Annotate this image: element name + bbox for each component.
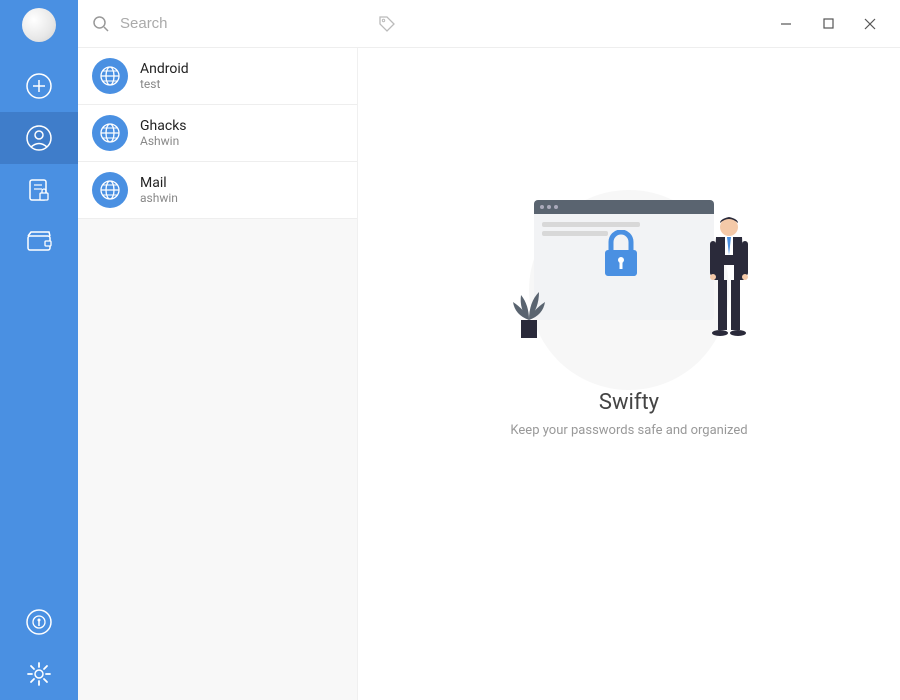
search-field[interactable] <box>92 15 372 33</box>
globe-icon <box>92 115 128 151</box>
lock-icon <box>599 230 643 280</box>
sidebar-notes-button[interactable] <box>0 164 78 216</box>
sidebar <box>0 0 78 700</box>
maximize-icon <box>823 18 834 29</box>
empty-title: Swifty <box>599 390 659 415</box>
search-icon <box>92 15 110 33</box>
tag-icon <box>378 15 396 33</box>
sidebar-logins-button[interactable] <box>0 112 78 164</box>
list-item[interactable]: Ghacks Ashwin <box>78 105 357 162</box>
detail-panel: Swifty Keep your passwords safe and orga… <box>358 48 900 700</box>
sidebar-vault-button[interactable] <box>0 596 78 648</box>
list-item[interactable]: Android test <box>78 48 357 105</box>
sidebar-add-button[interactable] <box>0 60 78 112</box>
globe-icon <box>92 172 128 208</box>
gear-icon <box>25 660 53 688</box>
vault-icon <box>25 608 53 636</box>
minimize-button[interactable] <box>778 16 794 32</box>
person-icon <box>704 215 754 345</box>
entry-title: Ghacks <box>140 118 187 134</box>
entries-list: Android test Ghacks Ashwin Mail <box>78 48 358 700</box>
plant-icon <box>509 280 549 340</box>
app-logo <box>22 8 56 42</box>
entry-title: Mail <box>140 175 178 191</box>
plus-circle-icon <box>25 72 53 100</box>
minimize-icon <box>780 18 792 30</box>
entry-subtitle: Ashwin <box>140 134 187 148</box>
tag-button[interactable] <box>378 15 418 33</box>
close-icon <box>864 18 876 30</box>
search-input[interactable] <box>120 15 340 32</box>
empty-subtitle: Keep your passwords safe and organized <box>510 423 747 438</box>
maximize-button[interactable] <box>820 16 836 32</box>
topbar <box>78 0 900 48</box>
empty-illustration <box>499 190 759 370</box>
content: Android test Ghacks Ashwin Mail <box>78 48 900 700</box>
close-button[interactable] <box>862 16 878 32</box>
main-area: Android test Ghacks Ashwin Mail <box>78 0 900 700</box>
globe-icon <box>92 58 128 94</box>
sidebar-cards-button[interactable] <box>0 216 78 268</box>
entry-subtitle: test <box>140 77 189 91</box>
window-controls <box>778 16 890 32</box>
note-lock-icon <box>26 177 52 203</box>
sidebar-settings-button[interactable] <box>0 648 78 700</box>
person-circle-icon <box>25 124 53 152</box>
list-item[interactable]: Mail ashwin <box>78 162 357 219</box>
entry-subtitle: ashwin <box>140 191 178 205</box>
entry-title: Android <box>140 61 189 77</box>
wallet-icon <box>25 230 53 254</box>
